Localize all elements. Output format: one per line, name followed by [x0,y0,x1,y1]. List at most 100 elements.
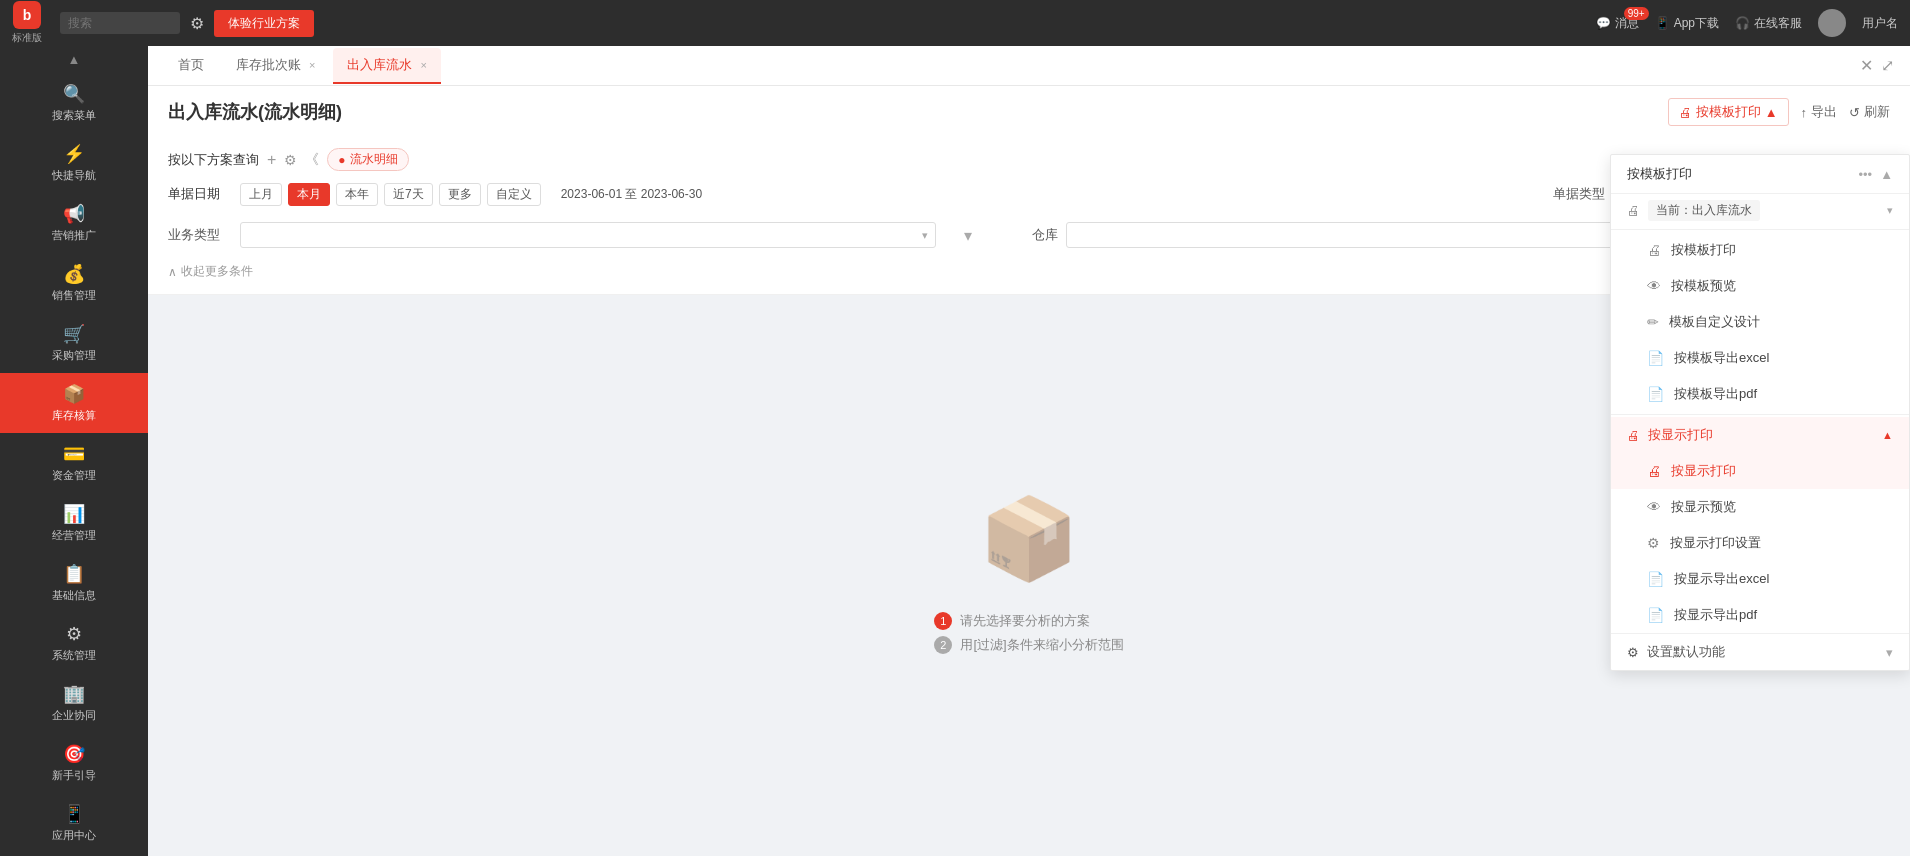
voucher-type-label: 单据类型 [1553,185,1605,203]
date-btn-this-year[interactable]: 本年 [336,183,378,206]
filter-collapse-icon[interactable]: 《 [305,151,319,169]
date-btn-last-month[interactable]: 上月 [240,183,282,206]
topbar-gear-icon[interactable]: ⚙ [190,14,204,33]
sidebar-label-finance: 资金管理 [52,468,96,483]
template-excel-icon: 📄 [1647,350,1664,366]
tab-flow[interactable]: 出入库流水 × [333,48,440,84]
dropdown-item-template-preview[interactable]: 👁 按模板预览 [1611,268,1909,304]
dropdown-header-label: 按模板打印 [1627,165,1692,183]
date-btn-7days[interactable]: 近7天 [384,183,433,206]
template-pdf-icon: 📄 [1647,386,1664,402]
filter-tag[interactable]: ● 流水明细 [327,148,408,171]
filter-tag-label: 流水明细 [350,151,398,168]
tab-home[interactable]: 首页 [164,48,218,84]
headset-icon: 🎧 [1735,16,1750,30]
sidebar-item-inventory[interactable]: 📦 库存核算 [0,373,148,433]
business-more-icon[interactable]: ▾ [964,226,972,245]
dropdown-item-display-excel[interactable]: 📄 按显示导出excel [1611,561,1909,597]
divider-2 [1611,414,1909,415]
app-download-action[interactable]: 📱 App下载 [1655,15,1719,32]
template-custom-label: 模板自定义设计 [1669,313,1760,331]
sidebar-item-purchase[interactable]: 🛒 采购管理 [0,313,148,373]
dropdown-item-display-settings[interactable]: ⚙ 按显示打印设置 [1611,525,1909,561]
dropdown-item-template-pdf[interactable]: 📄 按模板导出pdf [1611,376,1909,412]
dropdown-item-template-excel[interactable]: 📄 按模板导出excel [1611,340,1909,376]
tab-batch-account-close[interactable]: × [309,59,315,71]
display-preview-icon: 👁 [1647,499,1661,515]
filter-settings-icon[interactable]: ⚙ [284,152,297,168]
business-type-select[interactable] [240,222,936,248]
step-num-2: 2 [934,636,952,654]
dropdown-more-icon[interactable]: ••• [1858,167,1872,182]
top-search-input[interactable] [60,12,180,34]
dropdown-item-display-print[interactable]: 🖨 按显示打印 [1611,453,1909,489]
display-section-header[interactable]: 🖨 按显示打印 ▲ [1611,417,1909,453]
footer-label: 设置默认功能 [1647,643,1725,661]
sidebar-item-app-center[interactable]: 📱 应用中心 [0,793,148,853]
current-item[interactable]: 🖨 当前：出入库流水 ▾ [1611,194,1909,227]
tab-batch-account[interactable]: 库存批次账 × [222,48,329,84]
page-header: 出入库流水(流水明细) 🖨 按模板打印 ▲ ↑ 导出 ↺ 刷新 [148,86,1910,134]
filter-add-icon[interactable]: + [267,151,276,169]
empty-step-2-text: 用[过滤]条件来缩小分析范围 [960,636,1123,654]
user-avatar[interactable] [1818,9,1846,37]
date-btn-this-month[interactable]: 本月 [288,183,330,206]
sidebar-scroll-up[interactable]: ▲ [0,46,148,73]
display-section-arrow: ▲ [1882,429,1893,441]
dropdown-footer[interactable]: ⚙ 设置默认功能 ▾ [1611,633,1909,670]
sidebar-item-operations[interactable]: 📊 经营管理 [0,493,148,553]
sidebar-item-system[interactable]: ⚙ 系统管理 [0,613,148,673]
date-btn-custom[interactable]: 自定义 [487,183,541,206]
date-btn-more[interactable]: 更多 [439,183,481,206]
tab-flow-label: 出入库流水 [347,56,412,74]
online-service-action[interactable]: 🎧 在线客服 [1735,15,1802,32]
current-arrow: ▾ [1887,204,1893,217]
dropdown-item-template-custom[interactable]: ✏ 模板自定义设计 [1611,304,1909,340]
sidebar-label-search-menu: 搜索菜单 [52,108,96,123]
display-settings-label: 按显示打印设置 [1670,534,1761,552]
message-action[interactable]: 💬 消息 99+ [1596,15,1639,32]
print-template-btn[interactable]: 🖨 按模板打印 ▲ [1668,98,1789,126]
sidebar-item-finance[interactable]: 💳 资金管理 [0,433,148,493]
sidebar-item-basic[interactable]: 📋 基础信息 [0,553,148,613]
main-area: ▲ 🔍 搜索菜单 ⚡ 快捷导航 📢 营销推广 💰 销售管理 🛒 采购管理 [0,46,1910,856]
dropdown-chevron-up[interactable]: ▲ [1880,167,1893,182]
sidebar-item-quick-nav[interactable]: ⚡ 快捷导航 [0,133,148,193]
sidebar-label-sales: 销售管理 [52,288,96,303]
guide-icon: 🎯 [63,743,85,765]
message-badge: 99+ [1624,7,1649,20]
chevron-up-icon: ∧ [168,265,177,279]
close-window-icon[interactable]: ✕ [1860,56,1873,75]
sidebar-label-app-center: 应用中心 [52,828,96,843]
dropdown-item-template-print[interactable]: 🖨 按模板打印 [1611,232,1909,268]
warehouse-select[interactable] [1066,222,1699,248]
footer-settings-icon: ⚙ [1627,645,1639,660]
sidebar-item-search-menu[interactable]: 🔍 搜索菜单 [0,73,148,133]
sidebar-item-guide[interactable]: 🎯 新手引导 [0,733,148,793]
refresh-btn[interactable]: ↺ 刷新 [1849,103,1890,121]
trial-btn[interactable]: 体验行业方案 [214,10,314,37]
export-btn[interactable]: ↑ 导出 [1801,103,1838,121]
sidebar-item-enterprise[interactable]: 🏢 企业协同 [0,673,148,733]
empty-steps: 1 请先选择要分析的方案 2 用[过滤]条件来缩小分析范围 [934,606,1123,660]
sidebar-label-inventory: 库存核算 [52,408,96,423]
dropdown-item-display-preview[interactable]: 👁 按显示预览 [1611,489,1909,525]
tab-flow-close[interactable]: × [420,59,426,71]
message-icon: 💬 [1596,16,1611,30]
maximize-icon[interactable]: ⤢ [1881,56,1894,75]
sidebar-item-sales[interactable]: 💰 销售管理 [0,253,148,313]
template-preview-icon: 👁 [1647,278,1661,294]
refresh-icon: ↺ [1849,105,1860,120]
sales-icon: 💰 [63,263,85,285]
content-area: 首页 库存批次账 × 出入库流水 × ✕ ⤢ 出入库流水(流水明细) [148,46,1910,856]
page-actions: 🖨 按模板打印 ▲ ↑ 导出 ↺ 刷新 [1668,98,1890,126]
sidebar: ▲ 🔍 搜索菜单 ⚡ 快捷导航 📢 营销推广 💰 销售管理 🛒 采购管理 [0,46,148,856]
finance-icon: 💳 [63,443,85,465]
dropdown-item-display-pdf[interactable]: 📄 按显示导出pdf [1611,597,1909,633]
sidebar-item-marketing[interactable]: 📢 营销推广 [0,193,148,253]
refresh-label: 刷新 [1864,103,1890,121]
display-print-icon: 🖨 [1647,463,1661,479]
app-name: 标准版 [12,31,42,45]
display-pdf-label: 按显示导出pdf [1674,606,1757,624]
empty-illustration: 📦 [979,492,1079,586]
